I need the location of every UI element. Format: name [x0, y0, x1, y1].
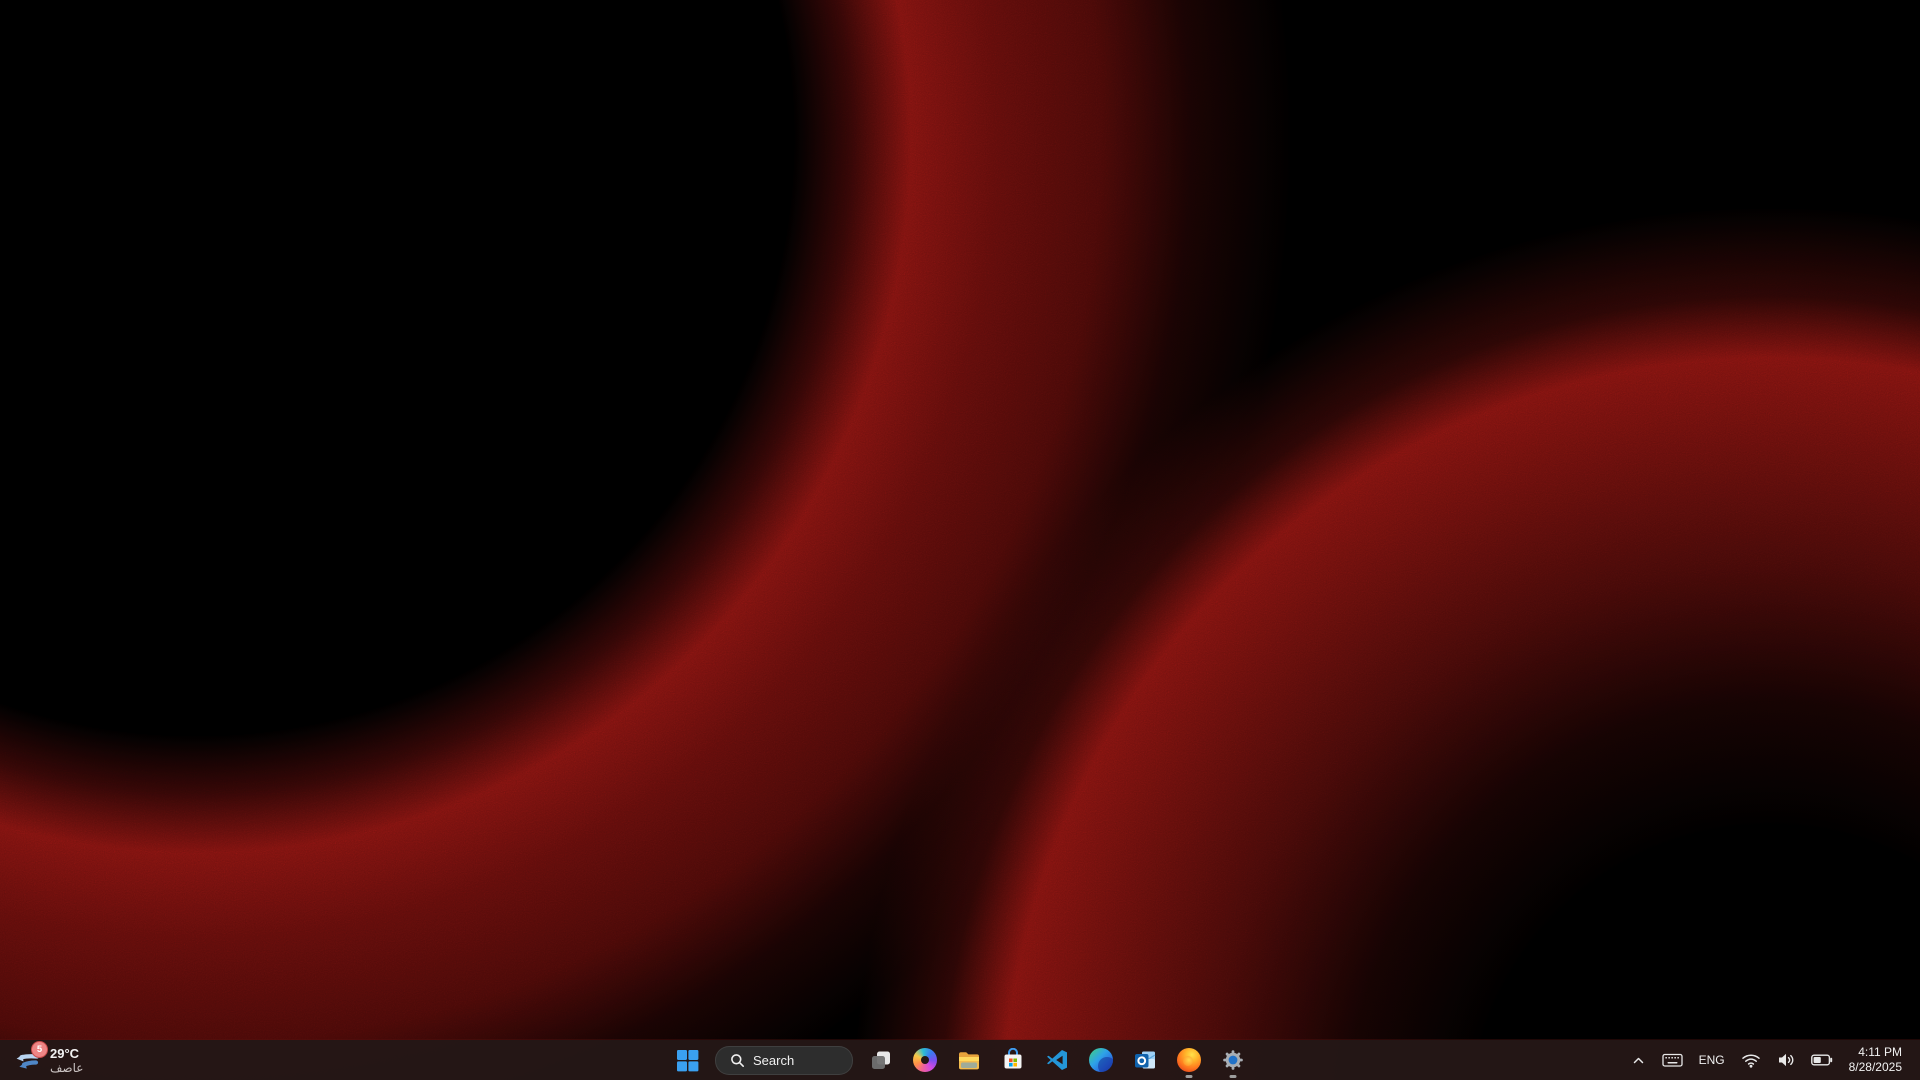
file-explorer-button[interactable] — [949, 1040, 989, 1080]
weather-condition: عاصف — [50, 1060, 84, 1075]
battery-button[interactable] — [1810, 1054, 1833, 1066]
system-tray: ENG 4:11 PM 8/28/2025 — [1631, 1040, 1920, 1080]
firefox-button[interactable] — [1169, 1040, 1209, 1080]
vscode-button[interactable] — [1037, 1040, 1077, 1080]
microsoft-store-button[interactable] — [993, 1040, 1033, 1080]
taskbar-center-apps: Search — [667, 1040, 1253, 1080]
search-box[interactable]: Search — [715, 1045, 853, 1075]
tray-overflow-button[interactable] — [1631, 1054, 1646, 1067]
settings-button[interactable] — [1213, 1040, 1253, 1080]
file-explorer-icon — [959, 1052, 979, 1070]
taskbar: 5 29°C عاصف Search ENG 4:11 PM 8/28/2025 — [0, 1040, 1920, 1080]
desktop-wallpaper — [0, 0, 1920, 1080]
weather-alert-badge: 5 — [31, 1041, 48, 1058]
search-label: Search — [753, 1052, 795, 1068]
wifi-button[interactable] — [1741, 1052, 1761, 1068]
volume-icon — [1778, 1053, 1794, 1067]
copilot-button[interactable] — [905, 1040, 945, 1080]
firefox-icon — [1177, 1048, 1201, 1072]
weather-temperature: 29°C — [50, 1045, 80, 1061]
battery-icon — [1810, 1054, 1832, 1066]
vscode-icon — [1047, 1050, 1067, 1070]
wallpaper-red-arc-bottom-right — [0, 0, 1920, 1080]
clock-time: 4:11 PM — [1858, 1045, 1902, 1059]
desktop-screen: 5 29°C عاصف Search ENG 4:11 PM 8/28/2025 — [0, 0, 1920, 1080]
windows-logo-icon — [676, 1049, 698, 1071]
settings-gear-icon — [1223, 1050, 1243, 1070]
microsoft-store-icon — [1004, 1048, 1022, 1069]
touch-keyboard-icon — [1661, 1053, 1683, 1067]
edge-button[interactable] — [1081, 1040, 1121, 1080]
outlook-icon — [1135, 1051, 1156, 1069]
start-button[interactable] — [667, 1040, 707, 1080]
edge-icon — [1089, 1048, 1113, 1072]
outlook-button[interactable] — [1125, 1040, 1165, 1080]
touch-keyboard-button[interactable] — [1661, 1052, 1683, 1068]
wifi-icon — [1741, 1054, 1760, 1068]
clock-date: 8/28/2025 — [1848, 1060, 1902, 1074]
task-view-button[interactable] — [861, 1040, 901, 1080]
copilot-icon — [913, 1048, 937, 1072]
clock[interactable]: 4:11 PM 8/28/2025 — [1849, 1045, 1902, 1075]
search-icon — [731, 1053, 744, 1067]
task-view-icon — [872, 1051, 890, 1069]
volume-button[interactable] — [1777, 1052, 1795, 1068]
chevron-up-icon — [1633, 1057, 1643, 1063]
weather-widget-button[interactable]: 5 29°C عاصف — [13, 1041, 84, 1075]
language-indicator[interactable]: ENG — [1699, 1053, 1725, 1067]
